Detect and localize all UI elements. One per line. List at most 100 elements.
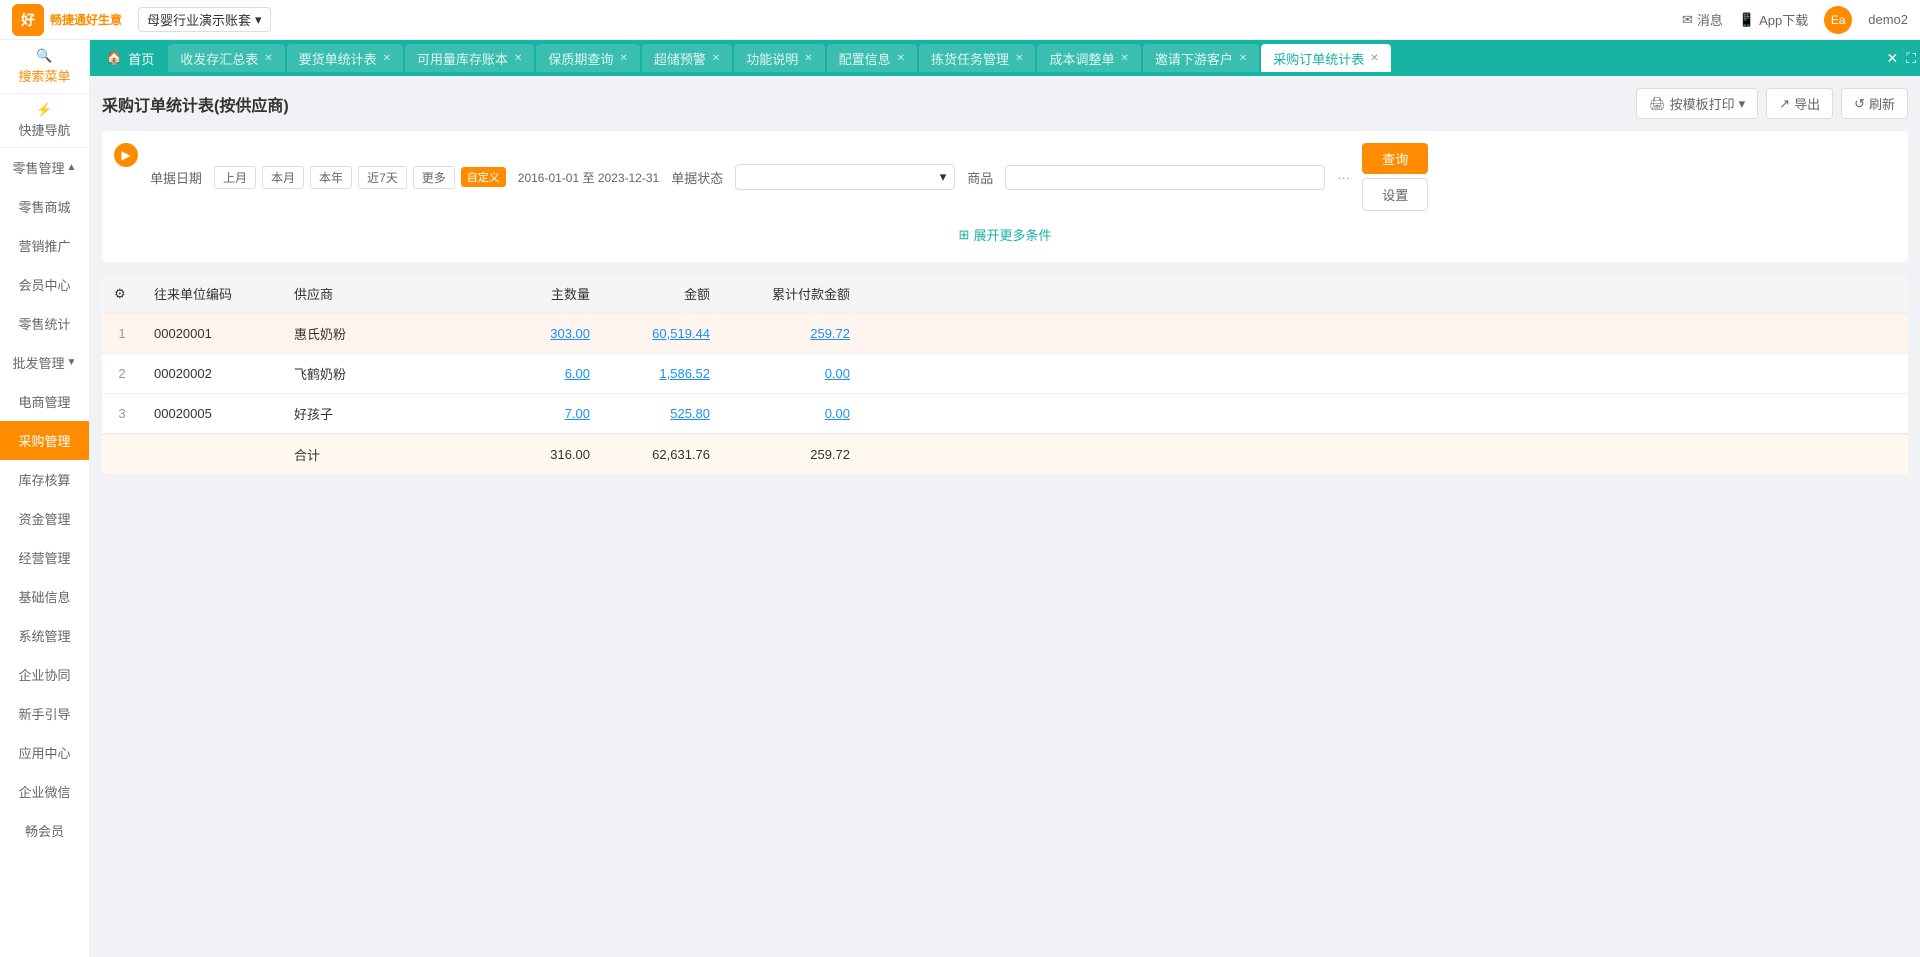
tab-picking-task[interactable]: 拣货任务管理 ✕ xyxy=(919,44,1035,72)
sidebar-item-member[interactable]: 会员中心 xyxy=(0,265,89,304)
date-btn-this-year[interactable]: 本年 xyxy=(310,166,352,189)
tab-config-info[interactable]: 配置信息 ✕ xyxy=(827,44,917,72)
username-label: demo2 xyxy=(1868,12,1908,27)
tab-overstock[interactable]: 超储预警 ✕ xyxy=(642,44,732,72)
row-2-amount[interactable]: 1,586.52 xyxy=(602,354,722,394)
refresh-button[interactable]: ↺ 刷新 xyxy=(1841,88,1908,119)
sidebar-item-wechat[interactable]: 企业微信 xyxy=(0,772,89,811)
row-1-amount[interactable]: 60,519.44 xyxy=(602,314,722,354)
row-3-amount[interactable]: 525.80 xyxy=(602,394,722,435)
tab-function-desc[interactable]: 功能说明 ✕ xyxy=(734,44,824,72)
row-1-paid[interactable]: 259.72 xyxy=(722,314,862,354)
tab-close-all-icon[interactable]: ✕ xyxy=(1886,50,1898,67)
row-2-num: 2 xyxy=(102,354,142,394)
row-2-qty[interactable]: 6.00 xyxy=(482,354,602,394)
sidebar-item-finance[interactable]: 资金管理 xyxy=(0,499,89,538)
tab-available-stock-label: 可用量库存账本 xyxy=(417,49,508,68)
sidebar-item-vip[interactable]: 畅会员 xyxy=(0,811,89,850)
vip-label: 畅会员 xyxy=(25,821,64,840)
tab-available-stock-close[interactable]: ✕ xyxy=(514,53,522,64)
sidebar-item-inventory[interactable]: 库存核算 xyxy=(0,460,89,499)
message-btn[interactable]: ✉ 消息 xyxy=(1682,10,1723,29)
tab-receive-summary-close[interactable]: ✕ xyxy=(264,53,272,64)
sidebar-item-purchase[interactable]: 采购管理 xyxy=(0,421,89,460)
tab-invite-downstream-close[interactable]: ✕ xyxy=(1239,53,1247,64)
sidebar-item-retail-store[interactable]: 零售商城 xyxy=(0,187,89,226)
sidebar-search[interactable]: 🔍 搜索菜单 xyxy=(0,40,89,94)
footer-empty1 xyxy=(102,434,142,475)
tab-home[interactable]: 🏠 首页 xyxy=(94,44,166,72)
tab-demand-stats-close[interactable]: ✕ xyxy=(383,53,391,64)
logo-area: 好 畅捷通好生意 xyxy=(12,4,122,36)
app-logo: 好 xyxy=(12,4,44,36)
sidebar-item-ecommerce[interactable]: 电商管理 xyxy=(0,382,89,421)
sidebar-item-guide[interactable]: 新手引导 xyxy=(0,694,89,733)
topbar: 好 畅捷通好生意 母婴行业演示账套 ▾ ✉ 消息 📱 App下载 Ea demo… xyxy=(0,0,1920,40)
settings-button[interactable]: 设置 xyxy=(1362,178,1428,211)
app-download-btn[interactable]: 📱 App下载 xyxy=(1739,10,1808,29)
more-options-icon[interactable]: ··· xyxy=(1337,170,1350,185)
goods-input[interactable] xyxy=(1005,165,1325,190)
tab-receive-summary[interactable]: 收发存汇总表 ✕ xyxy=(168,44,284,72)
sidebar-item-basic[interactable]: 基础信息 xyxy=(0,577,89,616)
print-button[interactable]: 🖨 按模板打印 ▾ xyxy=(1636,88,1758,119)
tab-invite-downstream[interactable]: 邀请下游客户 ✕ xyxy=(1143,44,1259,72)
table-row[interactable]: 2 00020002 飞鹤奶粉 6.00 1,586.52 0.00 xyxy=(102,354,1908,394)
row-3-paid[interactable]: 0.00 xyxy=(722,394,862,435)
row-3-extra xyxy=(862,394,1908,435)
tab-config-info-close[interactable]: ✕ xyxy=(897,53,905,64)
search-label: 搜索菜单 xyxy=(18,66,70,85)
col-header-extra xyxy=(862,274,1908,314)
query-button[interactable]: 查询 xyxy=(1362,143,1428,174)
row-3-code: 00020005 xyxy=(142,394,282,435)
tab-picking-task-close[interactable]: ✕ xyxy=(1015,53,1023,64)
sidebar-item-app-center[interactable]: 应用中心 xyxy=(0,733,89,772)
ecommerce-label: 电商管理 xyxy=(18,392,70,411)
table-row[interactable]: 1 00020001 惠氏奶粉 303.00 60,519.44 259.72 xyxy=(102,314,1908,354)
tab-available-stock[interactable]: 可用量库存账本 ✕ xyxy=(405,44,534,72)
sidebar-item-retail-mgmt[interactable]: 零售管理 ▲ xyxy=(0,148,89,187)
status-select[interactable]: ▾ xyxy=(735,164,955,190)
workspace-selector[interactable]: 母婴行业演示账套 ▾ xyxy=(138,7,271,32)
nav-label: 快捷导航 xyxy=(18,120,70,139)
table-row[interactable]: 3 00020005 好孩子 7.00 525.80 0.00 xyxy=(102,394,1908,435)
tab-cost-adjust-close[interactable]: ✕ xyxy=(1120,53,1128,64)
sidebar-item-enterprise[interactable]: 企业协同 xyxy=(0,655,89,694)
row-1-qty[interactable]: 303.00 xyxy=(482,314,602,354)
tab-expiry-query-close[interactable]: ✕ xyxy=(619,53,627,64)
tab-config-info-label: 配置信息 xyxy=(839,49,891,68)
sidebar-item-ops[interactable]: 经营管理 xyxy=(0,538,89,577)
tab-function-desc-close[interactable]: ✕ xyxy=(804,53,812,64)
sidebar-item-wholesale[interactable]: 批发管理 ▼ xyxy=(0,343,89,382)
date-btn-last-month[interactable]: 上月 xyxy=(214,166,256,189)
phone-icon: 📱 xyxy=(1739,12,1755,28)
row-3-supplier: 好孩子 xyxy=(282,394,482,435)
tab-purchase-stats-close[interactable]: ✕ xyxy=(1370,53,1378,64)
sidebar-nav[interactable]: ⚡ 快捷导航 xyxy=(0,94,89,148)
message-icon: ✉ xyxy=(1682,12,1693,28)
user-avatar[interactable]: Ea xyxy=(1824,6,1852,34)
date-btn-more[interactable]: 更多 xyxy=(413,166,455,189)
col-header-gear[interactable]: ⚙ xyxy=(102,274,142,314)
date-btn-7days[interactable]: 近7天 xyxy=(358,166,407,189)
tab-expiry-query[interactable]: 保质期查询 ✕ xyxy=(536,44,639,72)
tab-overstock-close[interactable]: ✕ xyxy=(712,53,720,64)
sidebar-item-marketing[interactable]: 营销推广 xyxy=(0,226,89,265)
table-footer-row: 合计 316.00 62,631.76 259.72 xyxy=(102,434,1908,475)
row-3-qty[interactable]: 7.00 xyxy=(482,394,602,435)
date-btn-this-month[interactable]: 本月 xyxy=(262,166,304,189)
sidebar-item-retail-stats[interactable]: 零售统计 xyxy=(0,304,89,343)
row-2-paid[interactable]: 0.00 xyxy=(722,354,862,394)
tab-cost-adjust[interactable]: 成本调整单 ✕ xyxy=(1037,44,1140,72)
tab-fullscreen-icon[interactable]: ⛶ xyxy=(1906,50,1916,67)
tab-purchase-stats[interactable]: 采购订单统计表 ✕ xyxy=(1261,44,1390,72)
sidebar-item-system[interactable]: 系统管理 xyxy=(0,616,89,655)
custom-badge: 自定义 xyxy=(461,167,506,187)
filter-toggle-btn[interactable]: ▶ xyxy=(114,143,138,167)
row-1-extra xyxy=(862,314,1908,354)
export-button[interactable]: ↗ 导出 xyxy=(1766,88,1833,119)
expand-more-btn[interactable]: ⊞ 展开更多条件 xyxy=(953,219,1058,250)
footer-empty2 xyxy=(142,434,282,475)
tab-demand-stats[interactable]: 要货单统计表 ✕ xyxy=(287,44,403,72)
table-section: ⚙ 往来单位编码 供应商 主数量 金额 累计付款金额 1 xyxy=(102,274,1908,475)
